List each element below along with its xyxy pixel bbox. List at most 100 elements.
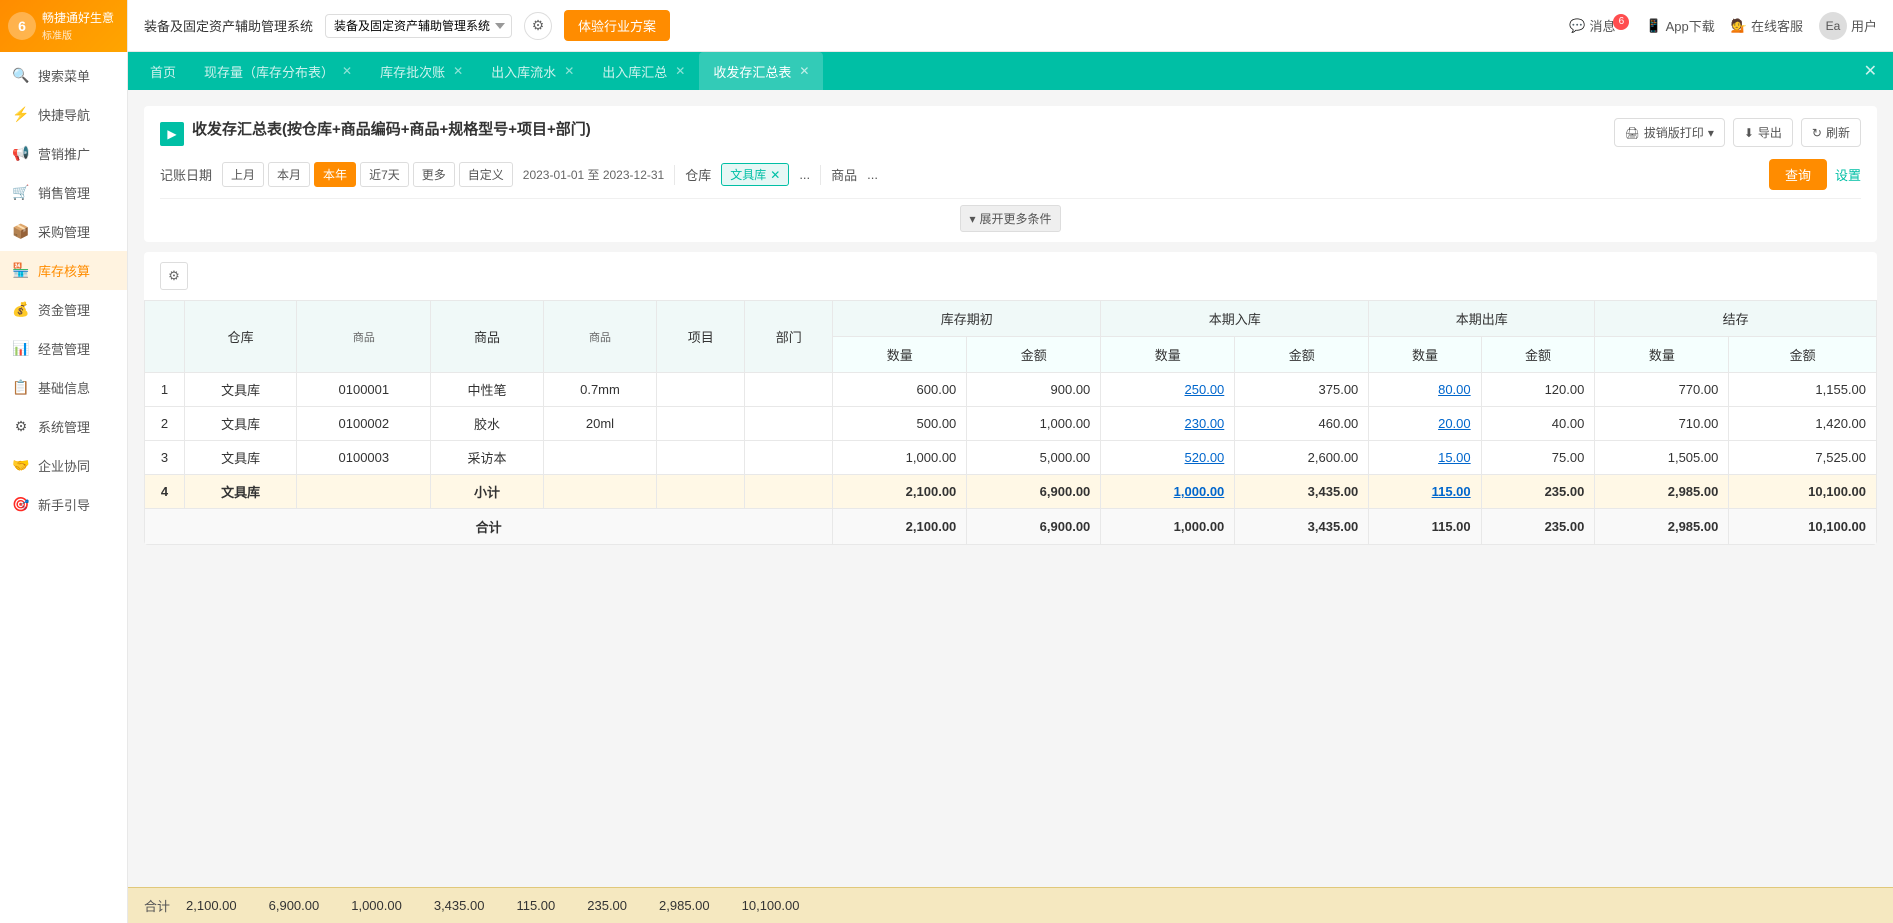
message-label: 消息	[1589, 16, 1615, 35]
bottom-close-amt-val: 10,100.00	[742, 898, 800, 913]
sidebar-item-label-inventory: 库存核算	[38, 261, 90, 280]
warehouse-more-btn[interactable]: ...	[799, 167, 810, 182]
tab-home[interactable]: 首页	[136, 52, 190, 90]
cell-out-qty[interactable]: 115.00	[1369, 475, 1481, 509]
tab-batch[interactable]: 库存批次账✕	[366, 52, 477, 90]
tab-close-batch[interactable]: ✕	[453, 64, 463, 78]
expand-button[interactable]: ▾ 展开更多条件	[960, 205, 1060, 232]
tab-inout-flow[interactable]: 出入库流水✕	[477, 52, 588, 90]
cell-department	[745, 441, 833, 475]
print-btn[interactable]: 🖨 拔销版打印 ▾	[1614, 118, 1725, 147]
service-icon: 💁	[1731, 18, 1747, 34]
message-item[interactable]: 💬 消息 6	[1569, 16, 1629, 35]
table-toolbar: ⚙	[144, 252, 1877, 300]
tab-close-inout-summary[interactable]: ✕	[675, 64, 685, 78]
table-settings-btn[interactable]: ⚙	[160, 262, 188, 290]
cell-close-amt: 1,420.00	[1729, 407, 1877, 441]
divider1	[674, 165, 675, 185]
sidebar-item-purchase[interactable]: 📦采购管理	[0, 212, 127, 251]
col-goods-spec: 商品	[543, 301, 657, 373]
sidebar-item-inventory[interactable]: 🏪库存核算	[0, 251, 127, 290]
sidebar-item-system[interactable]: ⚙系统管理	[0, 407, 127, 446]
expand-row: ▾ 展开更多条件	[160, 198, 1861, 232]
trial-button[interactable]: 体验行业方案	[564, 10, 670, 41]
sidebar-item-marketing[interactable]: 📢营销推广	[0, 134, 127, 173]
cell-open-amt: 900.00	[967, 373, 1101, 407]
date-btn-more[interactable]: 更多	[413, 162, 455, 187]
date-btn-custom[interactable]: 自定义	[459, 162, 513, 187]
cell-spec	[543, 441, 657, 475]
footer-row: 合计 2,100.00 6,900.00 1,000.00 3,435.00 1…	[145, 509, 1877, 545]
user-item[interactable]: Ea 用户	[1819, 12, 1877, 40]
table-container: ⚙ 仓库 商品 商品 商品 项目 部门 库存期初 本期入库 本期出库	[144, 252, 1877, 545]
cell-in-amt: 460.00	[1235, 407, 1369, 441]
sidebar-item-basic[interactable]: 📋基础信息	[0, 368, 127, 407]
cell-spec	[543, 475, 657, 509]
col-in-period: 本期入库	[1101, 301, 1369, 337]
sidebar-item-label-system: 系统管理	[38, 417, 90, 436]
sidebar-item-guide[interactable]: 🎯新手引导	[0, 485, 127, 524]
bottom-close-qty: 2,985.00	[659, 898, 710, 913]
goods-label: 商品	[831, 165, 857, 184]
date-btn-prev[interactable]: 上月	[222, 162, 264, 187]
tab-recv-send[interactable]: 收发存汇总表✕	[699, 52, 823, 90]
cell-out-qty[interactable]: 80.00	[1369, 373, 1481, 407]
query-button[interactable]: 查询	[1769, 159, 1827, 190]
cell-in-qty[interactable]: 230.00	[1101, 407, 1235, 441]
sidebar-item-operation[interactable]: 📊经营管理	[0, 329, 127, 368]
tab-inout-summary[interactable]: 出入库汇总✕	[588, 52, 699, 90]
tab-label-stock-dist: 现存量（库存分布表）	[204, 62, 334, 81]
gear-icon: ⚙	[168, 268, 180, 284]
date-range-display: 2023-01-01 至 2023-12-31	[523, 166, 664, 183]
date-btn-year[interactable]: 本年	[314, 162, 356, 187]
sidebar-item-sales[interactable]: 🛒 销售管理	[0, 173, 127, 212]
page-title: 收发存汇总表(按仓库+商品编码+商品+规格型号+项目+部门)	[192, 118, 591, 139]
bottom-in-amt-val: 3,435.00	[434, 898, 485, 913]
cell-in-qty[interactable]: 250.00	[1101, 373, 1235, 407]
warehouse-tag-close[interactable]: ✕	[770, 168, 780, 182]
expand-label: 展开更多条件	[980, 210, 1052, 227]
export-btn[interactable]: ⬇ 导出	[1733, 118, 1793, 147]
message-badge: 6	[1613, 14, 1629, 30]
goods-more-btn[interactable]: ...	[867, 167, 878, 182]
date-btn-7days[interactable]: 近7天	[360, 162, 409, 187]
settings-link[interactable]: 设置	[1835, 165, 1861, 184]
header-settings-btn[interactable]: ⚙	[524, 12, 552, 40]
tab-stock-dist[interactable]: 现存量（库存分布表） ✕	[190, 52, 366, 90]
cell-project	[657, 407, 745, 441]
col-out-qty: 数量	[1369, 337, 1481, 373]
bottom-values: 2,100.00 6,900.00 1,000.00 3,435.00 115.…	[186, 898, 799, 913]
tab-close-recv-send[interactable]: ✕	[799, 64, 809, 78]
collapse-btn[interactable]: ▶	[160, 122, 184, 146]
cell-in-qty[interactable]: 520.00	[1101, 441, 1235, 475]
cell-in-qty[interactable]: 1,000.00	[1101, 475, 1235, 509]
online-service-item[interactable]: 💁 在线客服	[1731, 16, 1803, 35]
page-header-actions: 🖨 拔销版打印 ▾ ⬇ 导出 ↻ 刷新	[1614, 118, 1861, 147]
date-btn-current[interactable]: 本月	[268, 162, 310, 187]
page-header-top: ▶ 收发存汇总表(按仓库+商品编码+商品+规格型号+项目+部门) 🖨 拔销版打印…	[160, 118, 1861, 149]
sidebar-item-finance[interactable]: 💰资金管理	[0, 290, 127, 329]
system-select[interactable]: 装备及固定资产辅助管理系统	[325, 14, 512, 38]
cell-no: 1	[145, 373, 185, 407]
app-label: App下载	[1666, 16, 1715, 35]
search-icon: 🔍	[12, 67, 30, 84]
tab-close-inout-flow[interactable]: ✕	[564, 64, 574, 78]
cell-out-qty[interactable]: 20.00	[1369, 407, 1481, 441]
cell-close-qty: 710.00	[1595, 407, 1729, 441]
sidebar-item-label-sales: 销售管理	[38, 183, 90, 202]
sales-icon: 🛒	[12, 184, 30, 201]
refresh-btn[interactable]: ↻ 刷新	[1801, 118, 1861, 147]
cell-out-qty[interactable]: 15.00	[1369, 441, 1481, 475]
table-row: 2 文具库 0100002 胶水 20ml 500.00 1,000.00 23…	[145, 407, 1877, 441]
sidebar-item-search[interactable]: 🔍搜索菜单	[0, 56, 127, 95]
tab-close-stock-dist[interactable]: ✕	[342, 64, 352, 78]
bottom-out-amt-val: 235.00	[587, 898, 627, 913]
close-all-tabs[interactable]: ✕	[1856, 61, 1885, 81]
app-icon: 📱	[1645, 18, 1661, 34]
cell-name: 采访本	[431, 441, 543, 475]
col-out-amt: 金额	[1481, 337, 1595, 373]
marketing-icon: 📢	[12, 145, 30, 162]
app-download-item[interactable]: 📱 App下载	[1645, 16, 1714, 35]
sidebar-item-quick-nav[interactable]: ⚡快捷导航	[0, 95, 127, 134]
sidebar-item-enterprise[interactable]: 🤝企业协同	[0, 446, 127, 485]
